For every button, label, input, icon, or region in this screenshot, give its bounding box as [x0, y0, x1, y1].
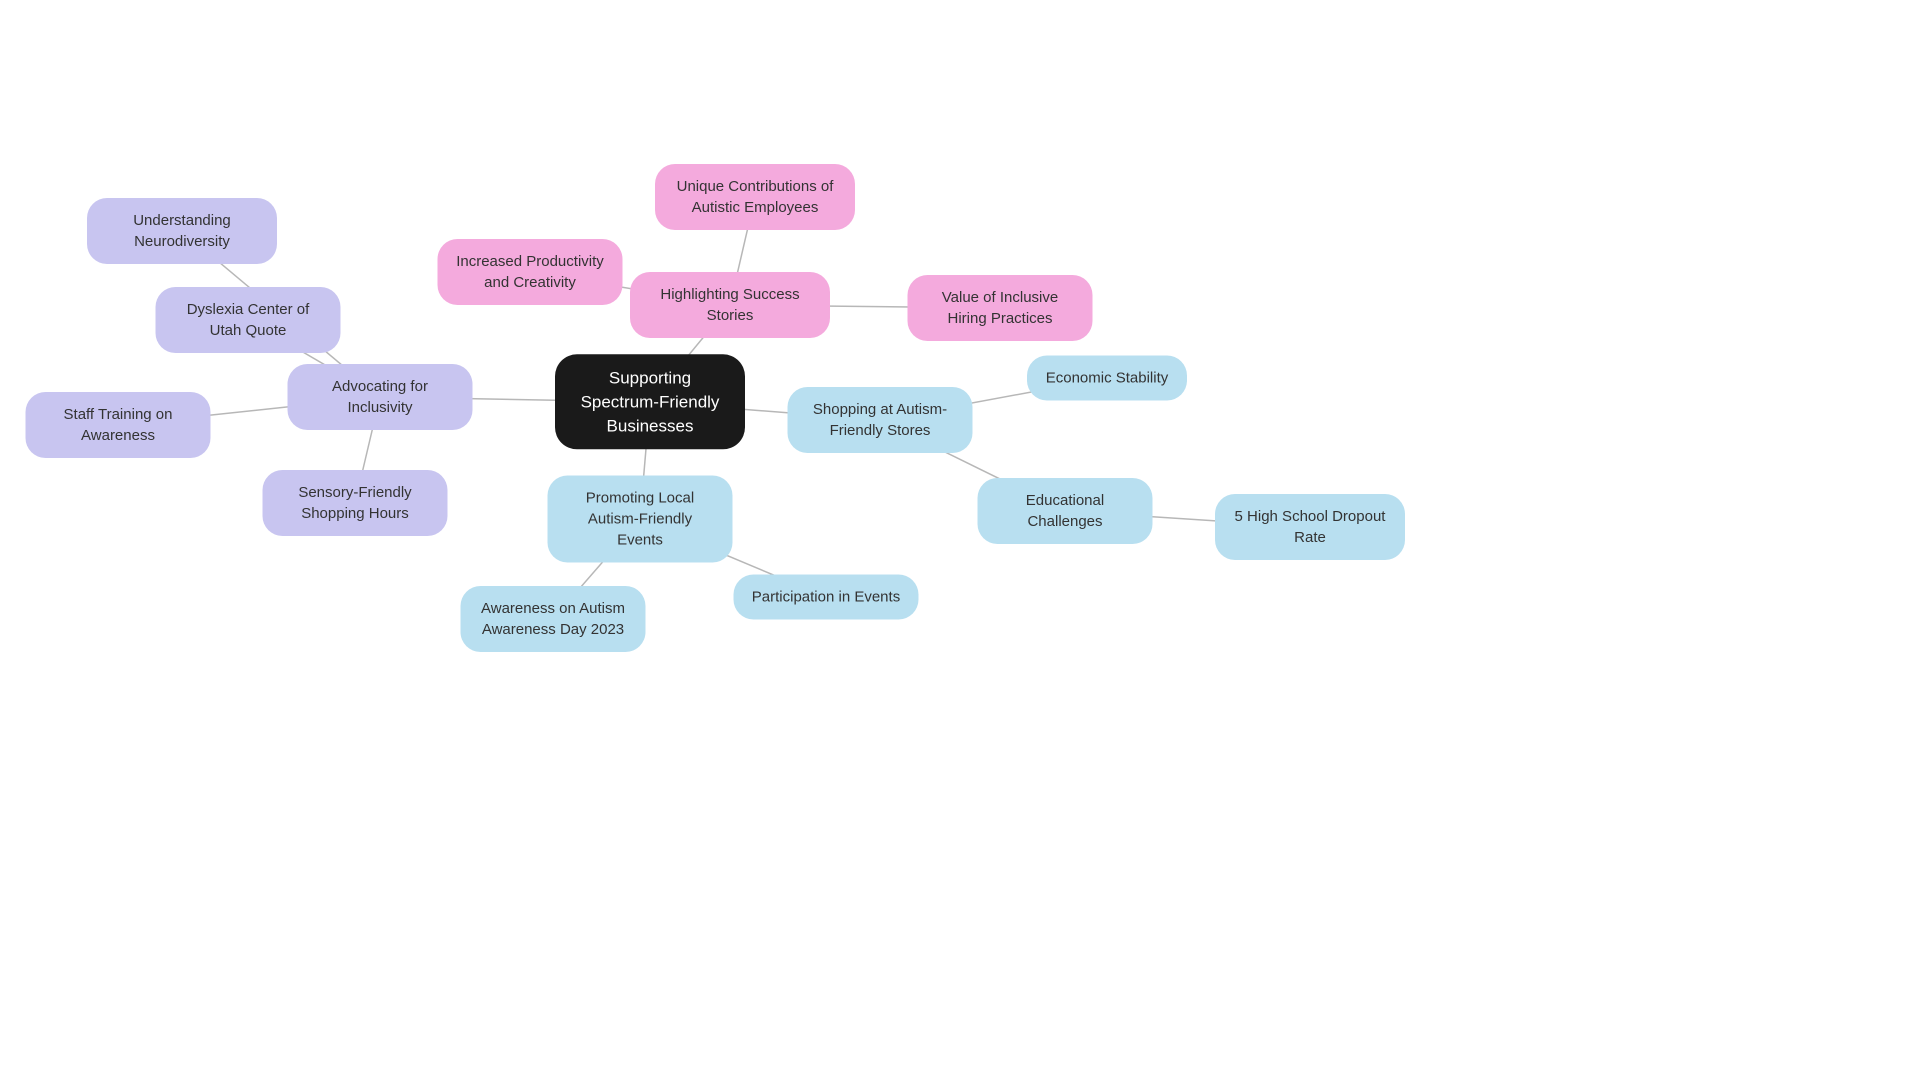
node-participation-events[interactable]: Participation in Events: [734, 575, 919, 620]
connections-svg: [0, 0, 1920, 1083]
node-value-inclusive[interactable]: Value of Inclusive Hiring Practices: [908, 275, 1093, 341]
node-shopping-autism[interactable]: Shopping at Autism-Friendly Stores: [788, 387, 973, 453]
node-unique-contributions[interactable]: Unique Contributions of Autistic Employe…: [655, 164, 855, 230]
mindmap-container: Supporting Spectrum-Friendly Businesses H…: [0, 0, 1920, 1083]
node-understanding-neurodiversity[interactable]: Understanding Neurodiversity: [87, 198, 277, 264]
node-awareness-day[interactable]: Awareness on Autism Awareness Day 2023: [461, 586, 646, 652]
node-highlighting-success[interactable]: Highlighting Success Stories: [630, 272, 830, 338]
node-sensory-shopping[interactable]: Sensory-Friendly Shopping Hours: [263, 470, 448, 536]
node-advocating-inclusivity[interactable]: Advocating for Inclusivity: [288, 364, 473, 430]
node-economic-stability[interactable]: Economic Stability: [1027, 356, 1187, 401]
node-dyslexia-center[interactable]: Dyslexia Center of Utah Quote: [156, 287, 341, 353]
node-increased-productivity[interactable]: Increased Productivity and Creativity: [438, 239, 623, 305]
node-promoting-events[interactable]: Promoting Local Autism-Friendly Events: [548, 476, 733, 563]
center-node[interactable]: Supporting Spectrum-Friendly Businesses: [555, 354, 745, 449]
node-staff-training[interactable]: Staff Training on Awareness: [26, 392, 211, 458]
node-educational-challenges[interactable]: Educational Challenges: [978, 478, 1153, 544]
node-high-school-dropout[interactable]: 5 High School Dropout Rate: [1215, 494, 1405, 560]
